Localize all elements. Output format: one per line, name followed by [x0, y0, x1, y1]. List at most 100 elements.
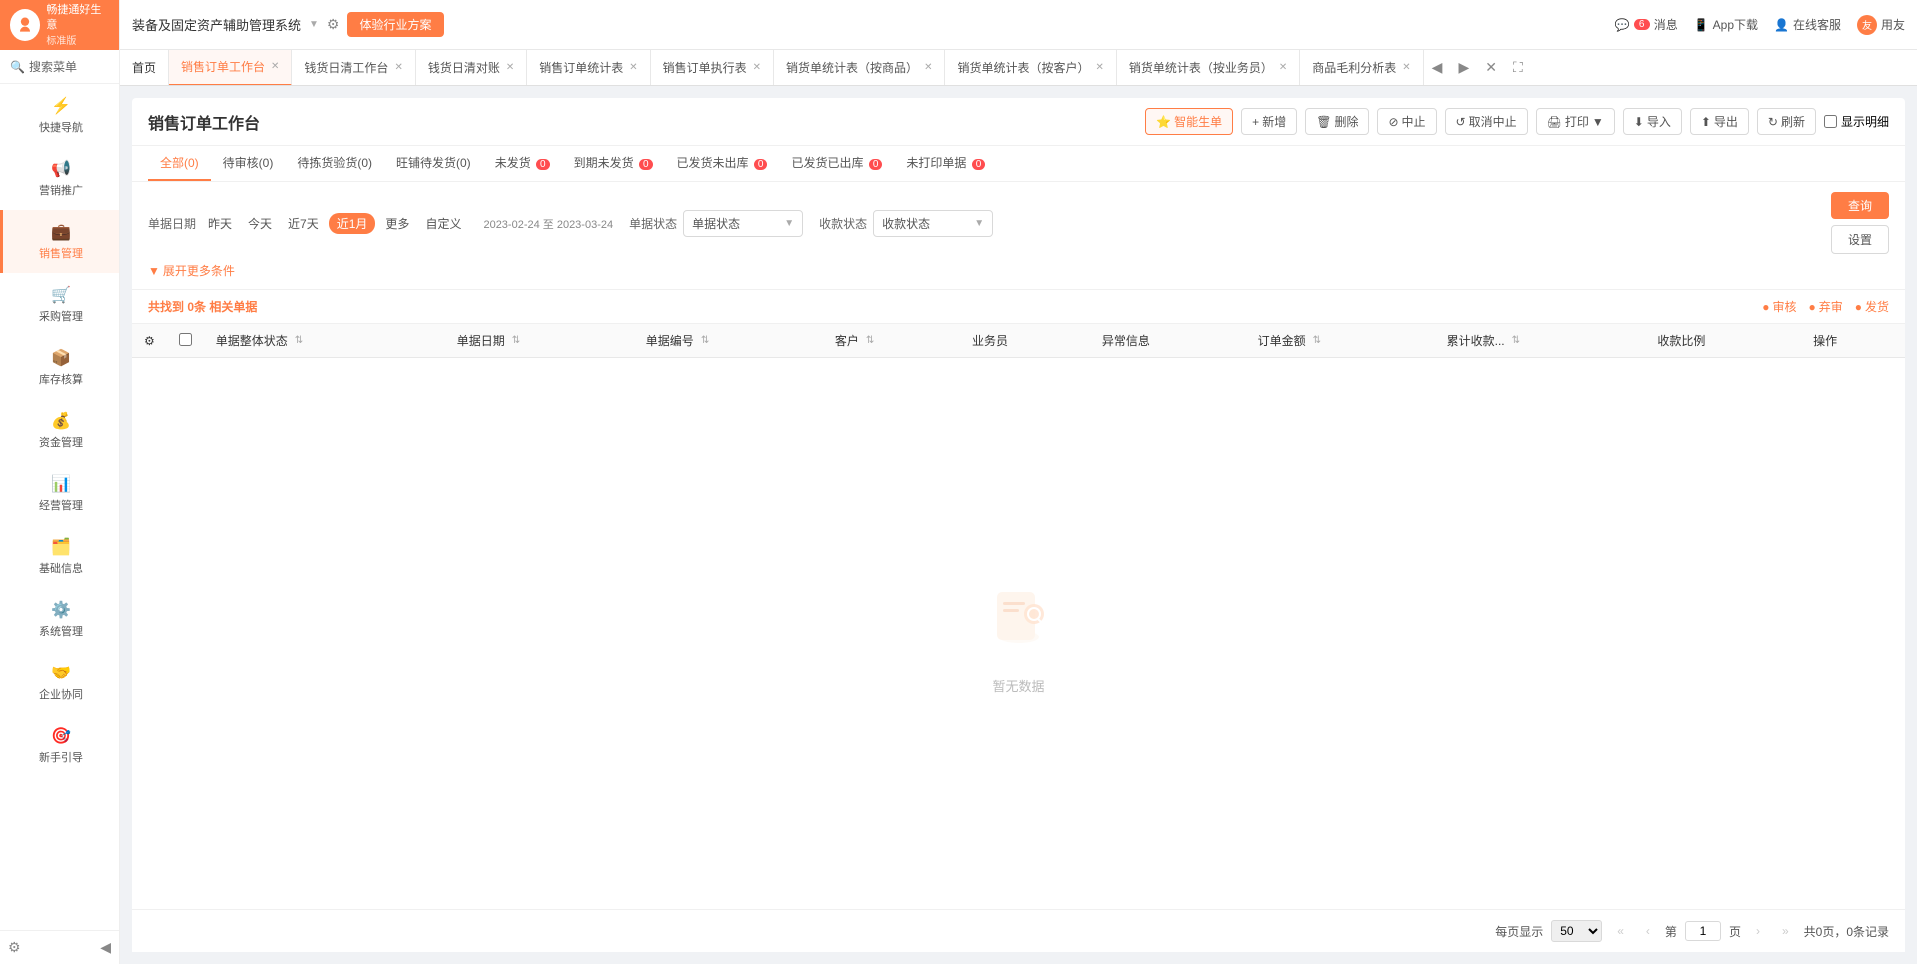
chevron-down-icon: ▼ [309, 19, 319, 30]
settings-icon[interactable]: ⚙ [327, 16, 340, 33]
user-btn[interactable]: 友 用友 [1857, 15, 1905, 35]
tab-sales-exec[interactable]: 销售订单执行表 ✕ [651, 50, 774, 86]
tab-sales-summary-customer[interactable]: 销货单统计表（按客户） ✕ [945, 50, 1116, 86]
th-date[interactable]: 单据日期 ⇅ [445, 324, 634, 358]
delete-btn[interactable]: 🗑 删除 [1305, 108, 1369, 135]
th-accumulated[interactable]: 累计收款... ⇅ [1435, 324, 1646, 358]
tab-maximize-btn[interactable]: ⛶ [1505, 50, 1531, 86]
sidebar-item-system[interactable]: ⚙️ 系统管理 [0, 588, 119, 651]
sidebar-item-purchase[interactable]: 🛒 采购管理 [0, 273, 119, 336]
tab-sales-stats-close[interactable]: ✕ [629, 62, 637, 73]
tab-cash-daily-close[interactable]: ✕ [394, 62, 402, 73]
th-abnormal[interactable]: 异常信息 [1090, 324, 1246, 358]
print-btn[interactable]: 🖨 打印 ▼ [1536, 108, 1615, 135]
tab-sales-workbench[interactable]: 销售订单工作台 ✕ [169, 50, 292, 86]
last-page-btn[interactable]: » [1775, 921, 1796, 941]
tab-cash-reconcile[interactable]: 钱货日清对账 ✕ [416, 50, 527, 86]
date-btn-today[interactable]: 今天 [242, 213, 278, 234]
online-service-btn[interactable]: 👤 在线客服 [1774, 16, 1841, 33]
sub-tab-all[interactable]: 全部(0) [148, 146, 211, 181]
page-label2: 页 [1729, 923, 1741, 940]
show-detail-label[interactable]: 显示明细 [1824, 113, 1889, 130]
sidebar-item-guide[interactable]: 🎯 新手引导 [0, 714, 119, 777]
page-size-select[interactable]: 50 100 200 [1551, 920, 1602, 942]
sub-tab-shipped-not-out[interactable]: 已发货未出库 0 [665, 146, 780, 181]
th-gear[interactable]: ⚙ [132, 324, 167, 358]
sidebar-item-finance[interactable]: 💰 资金管理 [0, 399, 119, 462]
sidebar-item-inventory[interactable]: 📦 库存核算 [0, 336, 119, 399]
status-filter-select[interactable]: 单据状态 ▼ [683, 210, 803, 237]
tab-sales-workbench-close[interactable]: ✕ [271, 61, 279, 72]
tab-sales-summary-customer-close[interactable]: ✕ [1095, 62, 1103, 73]
review-btn[interactable]: ● 审核 [1762, 298, 1796, 315]
message-btn[interactable]: 💬 6 消息 [1615, 16, 1678, 33]
smart-btn[interactable]: ⭐ 智能生单 [1145, 108, 1233, 135]
sidebar-item-quick-nav[interactable]: ⚡ 快捷导航 [0, 84, 119, 147]
ship-btn[interactable]: ● 发货 [1855, 298, 1889, 315]
tab-close-all-btn[interactable]: ✕ [1477, 50, 1505, 86]
tab-sales-summary-product[interactable]: 销货单统计表（按商品） ✕ [774, 50, 945, 86]
export-btn[interactable]: ⬆ 导出 [1690, 108, 1749, 135]
date-btn-yesterday[interactable]: 昨天 [202, 213, 238, 234]
next-page-btn[interactable]: › [1749, 921, 1767, 941]
date-btn-7days[interactable]: 近7天 [282, 213, 325, 234]
expand-btn[interactable]: ▼ 展开更多条件 [148, 262, 1889, 279]
select-all-checkbox[interactable] [179, 333, 192, 346]
date-btn-1month[interactable]: 近1月 [329, 213, 376, 234]
sub-tab-shipped-out[interactable]: 已发货已出库 0 [779, 146, 894, 181]
sidebar-item-marketing[interactable]: 📢 营销推广 [0, 147, 119, 210]
show-detail-checkbox[interactable] [1824, 115, 1837, 128]
sidebar-item-operations[interactable]: 📊 经营管理 [0, 462, 119, 525]
industry-btn[interactable]: 体验行业方案 [347, 12, 443, 37]
refresh-btn[interactable]: ↻ 刷新 [1757, 108, 1816, 135]
tab-home[interactable]: 首页 [120, 50, 169, 86]
tab-cash-daily[interactable]: 钱货日清工作台 ✕ [292, 50, 415, 86]
page-input[interactable] [1685, 921, 1721, 941]
filter-settings-btn[interactable]: 设置 [1831, 225, 1889, 254]
th-amount[interactable]: 订单金额 ⇅ [1246, 324, 1435, 358]
tab-gross-profit[interactable]: 商品毛利分析表 ✕ [1300, 50, 1423, 86]
app-download-btn[interactable]: 📱 App下载 [1694, 16, 1758, 33]
th-status[interactable]: 单据整体状态 ⇅ [204, 324, 445, 358]
add-btn[interactable]: + 新增 [1241, 108, 1297, 135]
tab-cash-reconcile-close[interactable]: ✕ [506, 62, 514, 73]
sub-tab-wangpu[interactable]: 旺铺待发货(0) [384, 146, 483, 181]
sidebar-search[interactable]: 🔍 搜索菜单 [0, 50, 119, 84]
amount-sort-icon: ⇅ [1313, 335, 1321, 346]
tab-sales-summary-staff-close[interactable]: ✕ [1279, 62, 1287, 73]
th-staff[interactable]: 业务员 [960, 324, 1090, 358]
tab-gross-profit-close[interactable]: ✕ [1402, 62, 1410, 73]
query-btn[interactable]: 查询 [1831, 192, 1889, 219]
sidebar-item-basic[interactable]: 🗂️ 基础信息 [0, 525, 119, 588]
tab-sales-stats[interactable]: 销售订单统计表 ✕ [527, 50, 650, 86]
suspend-btn[interactable]: ⊘ 中止 [1377, 108, 1436, 135]
tab-sales-summary-product-close[interactable]: ✕ [924, 62, 932, 73]
date-btn-custom[interactable]: 自定义 [419, 213, 467, 234]
first-page-btn[interactable]: « [1610, 921, 1631, 941]
tab-sales-summary-staff[interactable]: 销货单统计表（按业务员） ✕ [1117, 50, 1300, 86]
import-btn[interactable]: ⬇ 导入 [1623, 108, 1682, 135]
sidebar-item-marketing-label: 营销推广 [39, 182, 83, 198]
th-number[interactable]: 单据编号 ⇅ [634, 324, 823, 358]
th-checkbox[interactable] [167, 324, 204, 358]
payment-filter-select[interactable]: 收款状态 ▼ [873, 210, 993, 237]
cancel-suspend-btn[interactable]: ↺ 取消中止 [1445, 108, 1528, 135]
sub-tab-not-printed[interactable]: 未打印单据 0 [894, 146, 997, 181]
th-customer[interactable]: 客户 ⇅ [823, 324, 960, 358]
date-btn-more[interactable]: 更多 [379, 213, 415, 234]
uncheck-btn[interactable]: ● 弃审 [1808, 298, 1842, 315]
sidebar-item-enterprise[interactable]: 🤝 企业协同 [0, 651, 119, 714]
sub-tab-expired[interactable]: 到期未发货 0 [562, 146, 665, 181]
settings-bottom-icon[interactable]: ⚙ [8, 939, 21, 956]
tab-sales-exec-close[interactable]: ✕ [753, 62, 761, 73]
collapse-icon[interactable]: ◀ [100, 939, 111, 956]
sidebar-item-sales[interactable]: 💼 销售管理 [0, 210, 119, 273]
th-payment-ratio[interactable]: 收款比例 [1645, 324, 1801, 358]
prev-page-btn[interactable]: ‹ [1639, 921, 1657, 941]
sub-tab-pending-review[interactable]: 待审核(0) [211, 146, 286, 181]
result-text: 共找到 [148, 300, 184, 314]
sub-tab-pending-inspection[interactable]: 待拣货验货(0) [285, 146, 384, 181]
sub-tab-not-shipped[interactable]: 未发货 0 [483, 146, 562, 181]
tab-prev-btn[interactable]: ◀ [1424, 50, 1451, 86]
tab-next-btn[interactable]: ▶ [1450, 50, 1477, 86]
